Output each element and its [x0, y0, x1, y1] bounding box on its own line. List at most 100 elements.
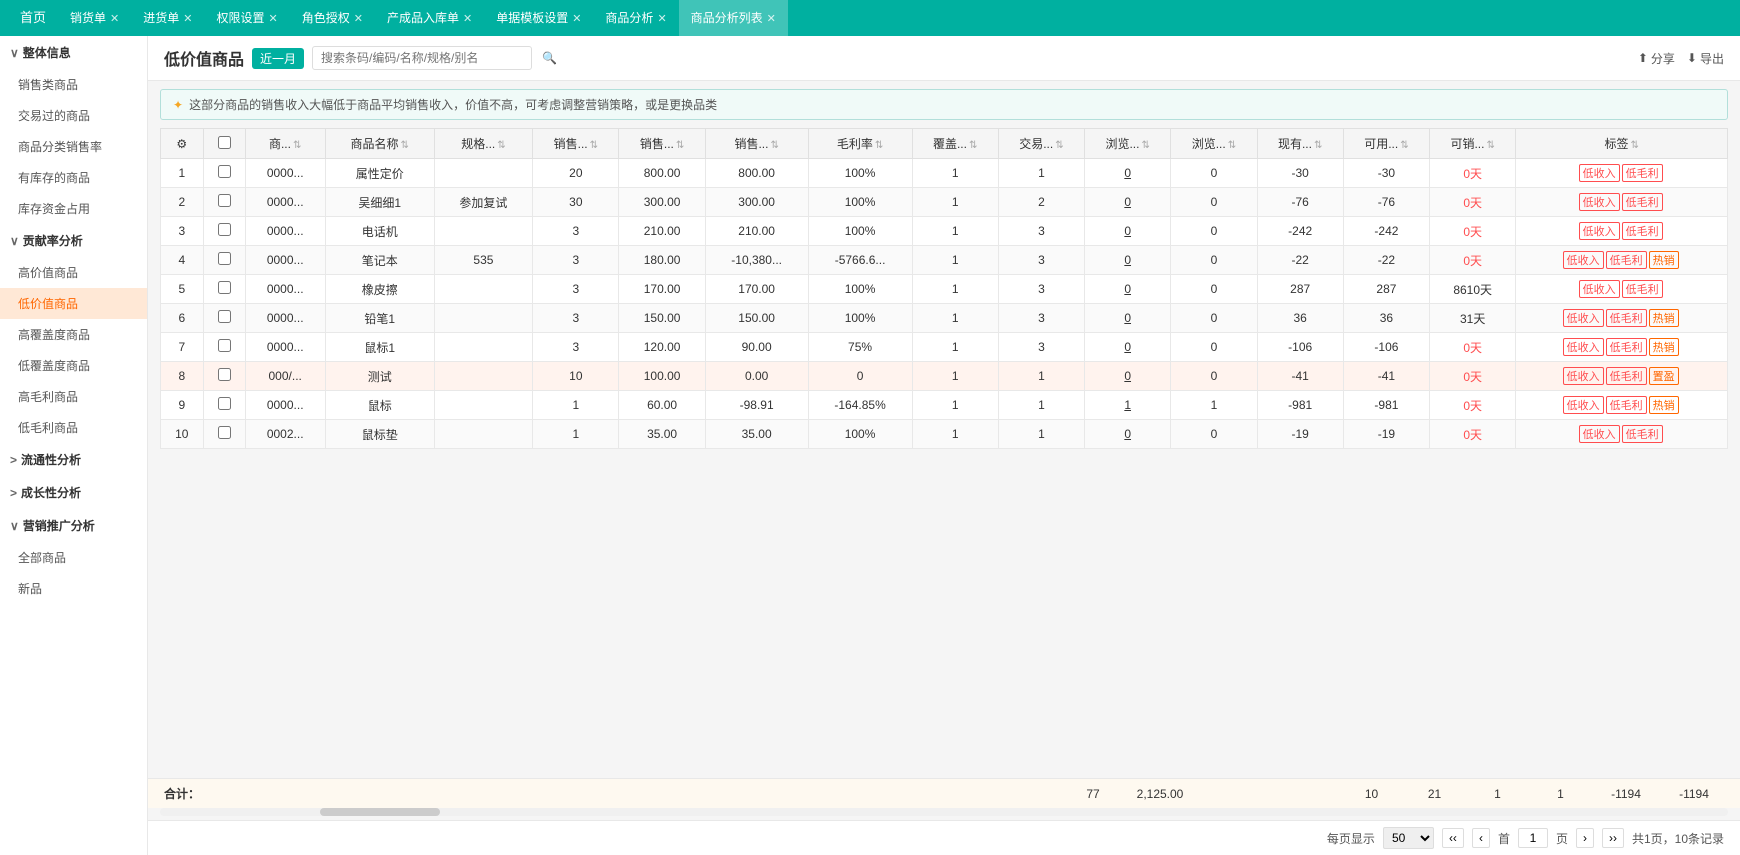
views-link[interactable]: 1 — [1124, 398, 1131, 412]
nav-purchase[interactable]: 进货单✕ — [131, 0, 204, 36]
views-link[interactable]: 0 — [1124, 166, 1131, 180]
col-current-stock[interactable]: 现有...⇅ — [1257, 129, 1343, 159]
cell-views1[interactable]: 0 — [1085, 333, 1171, 362]
cell-checkbox[interactable] — [203, 159, 245, 188]
cell-checkbox[interactable] — [203, 333, 245, 362]
nav-product-analysis-list[interactable]: 商品分析列表✕ — [679, 0, 788, 36]
sidebar-group-circulation[interactable]: > 流通性分析 — [0, 443, 147, 476]
col-sellable[interactable]: 可销...⇅ — [1430, 129, 1516, 159]
page-number-input[interactable] — [1518, 828, 1548, 848]
horizontal-scrollbar[interactable] — [160, 808, 1728, 816]
sidebar-group-growth[interactable]: > 成长性分析 — [0, 476, 147, 509]
col-transactions[interactable]: 交易...⇅ — [998, 129, 1084, 159]
views-link[interactable]: 0 — [1124, 311, 1131, 325]
sidebar-item-stock-capital[interactable]: 库存资金占用 — [0, 193, 147, 224]
first-page-button[interactable]: ‹‹ — [1442, 828, 1464, 848]
views-link[interactable]: 0 — [1124, 224, 1131, 238]
col-sales-profit[interactable]: 销售...⇅ — [705, 129, 808, 159]
col-sales-qty[interactable]: 销售...⇅ — [533, 129, 619, 159]
row-checkbox[interactable] — [218, 368, 231, 381]
sidebar-item-sales-goods[interactable]: 销售类商品 — [0, 69, 147, 100]
cell-views1[interactable]: 0 — [1085, 188, 1171, 217]
row-checkbox[interactable] — [218, 310, 231, 323]
views-link[interactable]: 0 — [1124, 282, 1131, 296]
cell-checkbox[interactable] — [203, 304, 245, 333]
row-checkbox[interactable] — [218, 397, 231, 410]
col-available[interactable]: 可用...⇅ — [1343, 129, 1429, 159]
cell-views1[interactable]: 0 — [1085, 420, 1171, 449]
col-checkbox[interactable] — [203, 129, 245, 159]
sidebar-item-high-coverage[interactable]: 高覆盖度商品 — [0, 319, 147, 350]
col-code[interactable]: 商...⇅ — [245, 129, 325, 159]
views-link[interactable]: 0 — [1124, 195, 1131, 209]
cell-views1[interactable]: 1 — [1085, 391, 1171, 420]
close-icon[interactable]: ✕ — [110, 13, 119, 25]
cell-checkbox[interactable] — [203, 217, 245, 246]
cell-views1[interactable]: 0 — [1085, 362, 1171, 391]
nav-product-analysis[interactable]: 商品分析✕ — [593, 0, 678, 36]
row-checkbox[interactable] — [218, 194, 231, 207]
sidebar-group-contribution[interactable]: ∨ 贡献率分析 — [0, 224, 147, 257]
close-icon[interactable]: ✕ — [354, 13, 363, 25]
search-input[interactable] — [312, 46, 532, 70]
sidebar-item-low-value[interactable]: 低价值商品 — [0, 288, 147, 319]
row-checkbox[interactable] — [218, 426, 231, 439]
views-link[interactable]: 0 — [1124, 369, 1131, 383]
row-checkbox[interactable] — [218, 339, 231, 352]
sidebar-item-stock-goods[interactable]: 有库存的商品 — [0, 162, 147, 193]
nav-home[interactable]: 首页 — [8, 0, 58, 36]
nav-template[interactable]: 单据模板设置✕ — [484, 0, 593, 36]
close-icon[interactable]: ✕ — [572, 13, 581, 25]
row-checkbox[interactable] — [218, 165, 231, 178]
cell-views1[interactable]: 0 — [1085, 246, 1171, 275]
cell-views1[interactable]: 0 — [1085, 304, 1171, 333]
cell-views1[interactable]: 0 — [1085, 217, 1171, 246]
nav-sales[interactable]: 销货单✕ — [58, 0, 131, 36]
col-margin[interactable]: 毛利率⇅ — [808, 129, 912, 159]
row-checkbox[interactable] — [218, 252, 231, 265]
col-name[interactable]: 商品名称⇅ — [325, 129, 434, 159]
sidebar-item-low-coverage[interactable]: 低覆盖度商品 — [0, 350, 147, 381]
col-spec[interactable]: 规格...⇅ — [434, 129, 533, 159]
sidebar-item-low-margin[interactable]: 低毛利商品 — [0, 412, 147, 443]
views-link[interactable]: 0 — [1124, 340, 1131, 354]
col-sales-amount[interactable]: 销售...⇅ — [619, 129, 705, 159]
nav-permissions[interactable]: 权限设置✕ — [204, 0, 289, 36]
search-icon[interactable]: 🔍 — [542, 51, 557, 65]
cell-checkbox[interactable] — [203, 391, 245, 420]
nav-production[interactable]: 产成品入库单✕ — [375, 0, 484, 36]
sidebar-item-traded-goods[interactable]: 交易过的商品 — [0, 100, 147, 131]
sidebar-item-all-goods[interactable]: 全部商品 — [0, 542, 147, 573]
export-button[interactable]: ⬇ 导出 — [1687, 50, 1724, 67]
row-checkbox[interactable] — [218, 281, 231, 294]
cell-views1[interactable]: 0 — [1085, 159, 1171, 188]
views-link[interactable]: 0 — [1124, 427, 1131, 441]
views-link[interactable]: 0 — [1124, 253, 1131, 267]
cell-checkbox[interactable] — [203, 188, 245, 217]
cell-checkbox[interactable] — [203, 420, 245, 449]
close-icon[interactable]: ✕ — [657, 13, 666, 25]
cell-checkbox[interactable] — [203, 275, 245, 304]
next-page-button[interactable]: › — [1576, 828, 1594, 848]
col-views1[interactable]: 浏览...⇅ — [1085, 129, 1171, 159]
per-page-select[interactable]: 50 100 200 — [1383, 827, 1434, 849]
filter-tag-button[interactable]: 近一月 — [252, 48, 304, 69]
last-page-button[interactable]: ›› — [1602, 828, 1624, 848]
cell-views1[interactable]: 0 — [1085, 275, 1171, 304]
sidebar-group-marketing[interactable]: ∨ 营销推广分析 — [0, 509, 147, 542]
row-checkbox[interactable] — [218, 223, 231, 236]
sidebar-item-high-margin[interactable]: 高毛利商品 — [0, 381, 147, 412]
scrollbar-thumb[interactable] — [320, 808, 440, 816]
nav-roles[interactable]: 角色授权✕ — [290, 0, 375, 36]
close-icon[interactable]: ✕ — [463, 13, 472, 25]
sidebar-group-overall[interactable]: ∨ 整体信息 — [0, 36, 147, 69]
col-coverage[interactable]: 覆盖...⇅ — [912, 129, 998, 159]
prev-page-button[interactable]: ‹ — [1472, 828, 1490, 848]
sidebar-item-category-rate[interactable]: 商品分类销售率 — [0, 131, 147, 162]
col-views2[interactable]: 浏览...⇅ — [1171, 129, 1257, 159]
cell-checkbox[interactable] — [203, 362, 245, 391]
cell-checkbox[interactable] — [203, 246, 245, 275]
sidebar-item-high-value[interactable]: 高价值商品 — [0, 257, 147, 288]
sidebar-item-new-goods[interactable]: 新品 — [0, 573, 147, 604]
close-icon[interactable]: ✕ — [767, 13, 776, 25]
